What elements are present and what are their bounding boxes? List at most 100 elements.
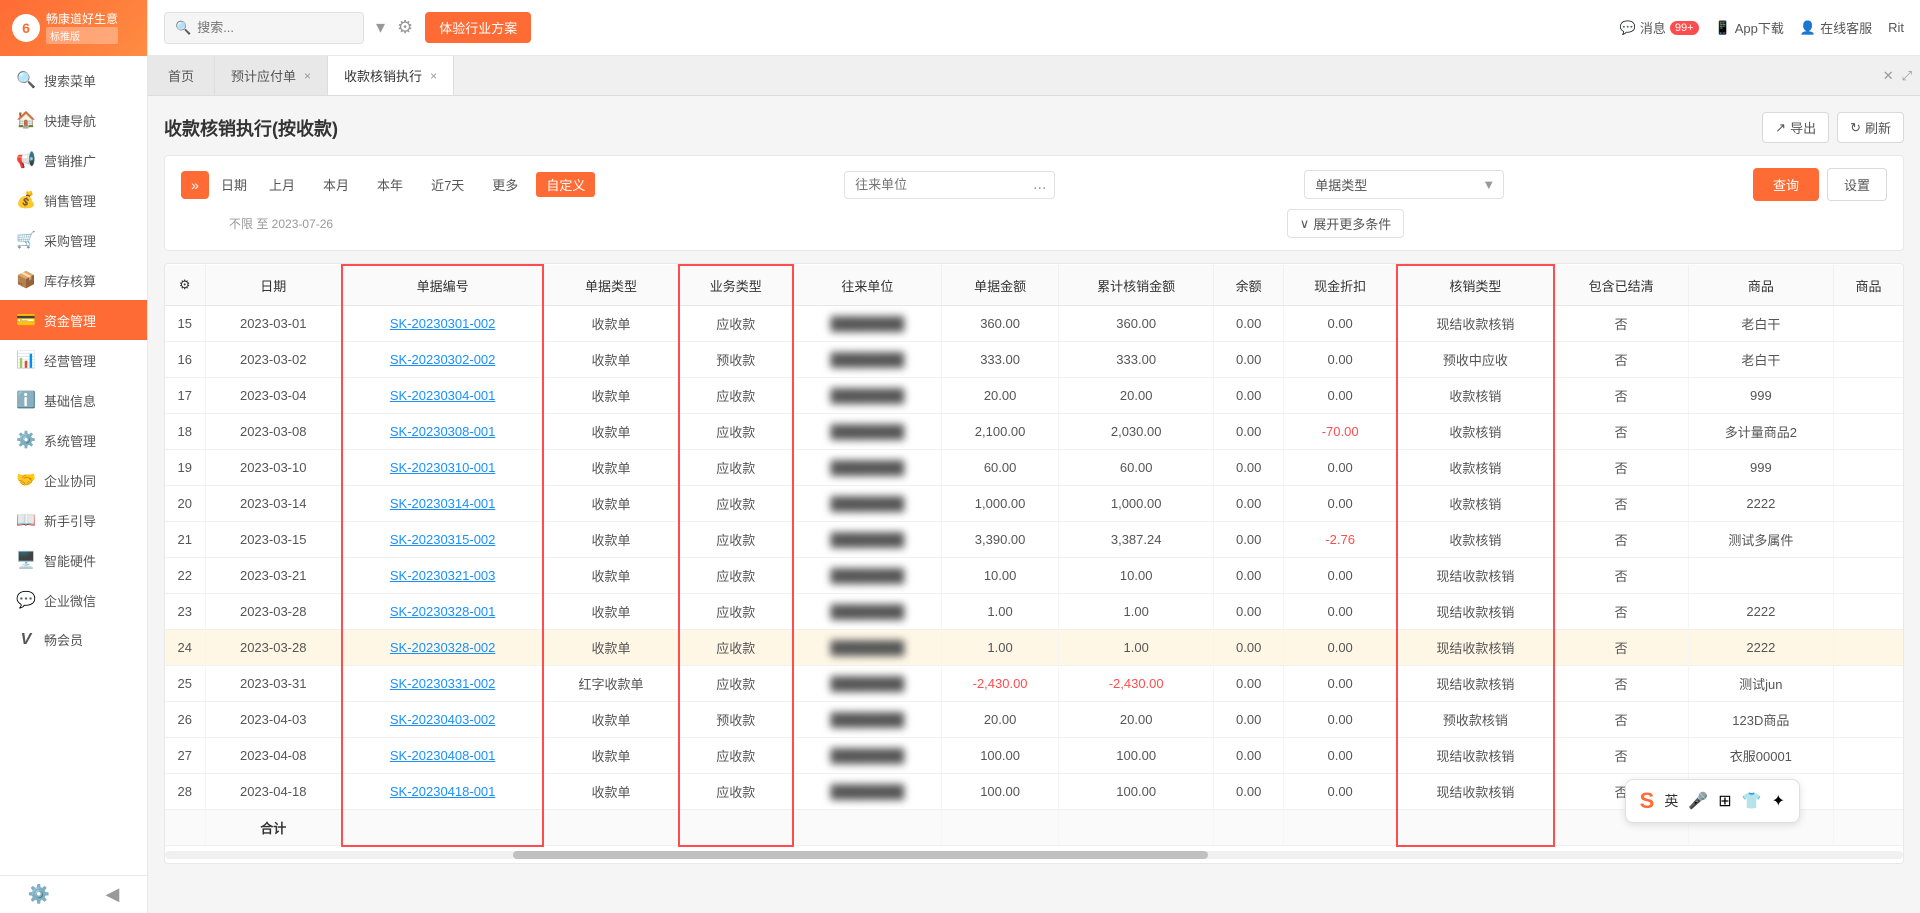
tab-collection-close[interactable]: ×	[430, 69, 437, 83]
filter-unit-dots[interactable]: ...	[1025, 172, 1054, 198]
bill-no-link[interactable]: SK-20230302-002	[390, 352, 496, 367]
filter-unit-input[interactable]	[845, 173, 1025, 196]
filter-option-more[interactable]: 更多	[482, 172, 528, 197]
bill-no-link[interactable]: SK-20230304-001	[390, 388, 496, 403]
table-row[interactable]: 27 2023-04-08 SK-20230408-001 收款单 应收款 ██…	[165, 738, 1903, 774]
enterprise-icon: 🤝	[16, 470, 36, 490]
tab-payable-close[interactable]: ×	[304, 69, 311, 83]
cell-bill-type: 收款单	[543, 594, 678, 630]
sidebar-item-enterprise[interactable]: 🤝 企业协同	[0, 460, 147, 500]
solution-button[interactable]: 体验行业方案	[425, 12, 531, 43]
bill-no-link[interactable]: SK-20230408-001	[390, 748, 496, 763]
table-row[interactable]: 19 2023-03-10 SK-20230310-001 收款单 应收款 ██…	[165, 450, 1903, 486]
settings-icon[interactable]: ⚙	[179, 277, 191, 292]
user-name[interactable]: Rit	[1888, 20, 1904, 35]
table-row[interactable]: 26 2023-04-03 SK-20230403-002 收款单 预收款 ██…	[165, 702, 1903, 738]
bill-no-link[interactable]: SK-20230315-002	[390, 532, 496, 547]
filter-option-7days[interactable]: 近7天	[421, 172, 474, 197]
table-row[interactable]: 25 2023-03-31 SK-20230331-002 红字收款单 应收款 …	[165, 666, 1903, 702]
sidebar-item-guide[interactable]: 📖 新手引导	[0, 500, 147, 540]
filter-option-custom[interactable]: 自定义	[536, 172, 595, 197]
scrollbar-thumb[interactable]	[513, 851, 1208, 859]
cell-partner: ████████	[793, 378, 942, 414]
sidebar-item-marketing[interactable]: 📢 营销推广	[0, 140, 147, 180]
cell-balance: 0.00	[1214, 702, 1284, 738]
bill-no-link[interactable]: SK-20230418-001	[390, 784, 496, 799]
query-button[interactable]: 查询	[1753, 168, 1819, 201]
topbar-search-box[interactable]: 🔍	[164, 12, 364, 44]
topbar-gear-icon[interactable]: ⚙	[397, 17, 413, 38]
table-row[interactable]: 15 2023-03-01 SK-20230301-002 收款单 应收款 ██…	[165, 306, 1903, 342]
sidebar-item-hardware[interactable]: 🖥️ 智能硬件	[0, 540, 147, 580]
data-table-container: ⚙ 日期 单据编号 单据类型 业务类型 往来单位 单据金额 累计核销金额 余额 …	[164, 263, 1904, 864]
bill-no-link[interactable]: SK-20230308-001	[390, 424, 496, 439]
sidebar-item-purchase[interactable]: 🛒 采购管理	[0, 220, 147, 260]
sidebar-item-operations[interactable]: 📊 经营管理	[0, 340, 147, 380]
system-icon: ⚙️	[16, 430, 36, 450]
tab-home[interactable]: 首页	[148, 56, 215, 95]
col-header-settings[interactable]: ⚙	[165, 265, 205, 306]
online-service-action[interactable]: 👤 在线客服	[1800, 18, 1872, 37]
tab-collection[interactable]: 收款核销执行 ×	[328, 56, 454, 95]
col-header-bill-no: 单据编号	[342, 265, 543, 306]
tab-expand-icon[interactable]: ⤢	[1902, 68, 1912, 84]
bill-no-link[interactable]: SK-20230328-001	[390, 604, 496, 619]
table-row[interactable]: 23 2023-03-28 SK-20230328-001 收款单 应收款 ██…	[165, 594, 1903, 630]
expand-more-button[interactable]: ∨ 展开更多条件	[1287, 209, 1405, 238]
tab-payable[interactable]: 预计应付单 ×	[215, 56, 328, 95]
collapse-icon[interactable]: ◀	[105, 884, 119, 905]
filter-option-this-month[interactable]: 本月	[313, 172, 359, 197]
cell-biz-type: 应收款	[679, 522, 793, 558]
refresh-button[interactable]: ↻ 刷新	[1837, 112, 1904, 143]
bill-no-link[interactable]: SK-20230321-003	[390, 568, 496, 583]
search-input[interactable]	[197, 20, 353, 35]
filter-option-last-month[interactable]: 上月	[259, 172, 305, 197]
sidebar-item-quick[interactable]: 🏠 快捷导航	[0, 100, 147, 140]
export-button[interactable]: ↗ 导出	[1762, 112, 1829, 143]
table-row[interactable]: 21 2023-03-15 SK-20230315-002 收款单 应收款 ██…	[165, 522, 1903, 558]
bill-no-link[interactable]: SK-20230314-001	[390, 496, 496, 511]
cell-cash-discount: 0.00	[1284, 306, 1397, 342]
table-row[interactable]: 18 2023-03-08 SK-20230308-001 收款单 应收款 ██…	[165, 414, 1903, 450]
cell-goods2	[1834, 414, 1903, 450]
table-row[interactable]: 16 2023-03-02 SK-20230302-002 收款单 预收款 ██…	[165, 342, 1903, 378]
filter-row-top: » 日期 上月 本月 本年 近7天 更多 自定义 ... 单据类型	[181, 168, 1887, 201]
message-action[interactable]: 💬 消息 99+	[1620, 18, 1699, 37]
sidebar-item-sales[interactable]: 💰 销售管理	[0, 180, 147, 220]
logo-text-area: 畅康道好生意 标推版	[46, 12, 118, 45]
sidebar-item-inventory[interactable]: 📦 库存核算	[0, 260, 147, 300]
sidebar-item-basic[interactable]: ℹ️ 基础信息	[0, 380, 147, 420]
sidebar-item-wechat[interactable]: 💬 企业微信	[0, 580, 147, 620]
filter-type-arrow[interactable]: ▼	[1474, 173, 1503, 196]
table-horizontal-scrollbar[interactable]	[165, 851, 1903, 859]
filter-toggle-button[interactable]: »	[181, 171, 209, 199]
page-content: 收款核销执行(按收款) ↗ 导出 ↻ 刷新 » 日期 上月 本月	[148, 96, 1920, 913]
cell-include-settled: 否	[1554, 558, 1689, 594]
bill-no-link[interactable]: SK-20230328-002	[390, 640, 496, 655]
filter-option-this-year[interactable]: 本年	[367, 172, 413, 197]
sidebar-item-member[interactable]: V 畅会员	[0, 620, 147, 659]
cell-date: 2023-03-08	[205, 414, 342, 450]
topbar-dropdown-icon[interactable]: ▾	[376, 17, 385, 38]
settings-bottom-icon[interactable]: ⚙️	[28, 884, 50, 905]
sidebar-item-finance[interactable]: 💳 资金管理	[0, 300, 147, 340]
bill-no-link[interactable]: SK-20230301-002	[390, 316, 496, 331]
cell-goods2	[1834, 450, 1903, 486]
table-row[interactable]: 24 2023-03-28 SK-20230328-002 收款单 应收款 ██…	[165, 630, 1903, 666]
tab-close-all-icon[interactable]: ✕	[1883, 68, 1894, 84]
bill-no-link[interactable]: SK-20230310-001	[390, 460, 496, 475]
table-row[interactable]: 22 2023-03-21 SK-20230321-003 收款单 应收款 ██…	[165, 558, 1903, 594]
filter-setting-button[interactable]: 设置	[1827, 168, 1887, 201]
table-row[interactable]: 28 2023-04-18 SK-20230418-001 收款单 应收款 ██…	[165, 774, 1903, 810]
sidebar-item-system[interactable]: ⚙️ 系统管理	[0, 420, 147, 460]
operations-icon: 📊	[16, 350, 36, 370]
bill-no-link[interactable]: SK-20230331-002	[390, 676, 496, 691]
bill-no-link[interactable]: SK-20230403-002	[390, 712, 496, 727]
cell-write-off: 100.00	[1059, 738, 1214, 774]
cell-bill-no: SK-20230408-001	[342, 738, 543, 774]
table-row[interactable]: 20 2023-03-14 SK-20230314-001 收款单 应收款 ██…	[165, 486, 1903, 522]
sidebar-label-search: 搜索菜单	[44, 71, 96, 90]
sidebar-item-search[interactable]: 🔍 搜索菜单	[0, 60, 147, 100]
app-download-action[interactable]: 📱 App下载	[1715, 18, 1784, 37]
table-row[interactable]: 17 2023-03-04 SK-20230304-001 收款单 应收款 ██…	[165, 378, 1903, 414]
